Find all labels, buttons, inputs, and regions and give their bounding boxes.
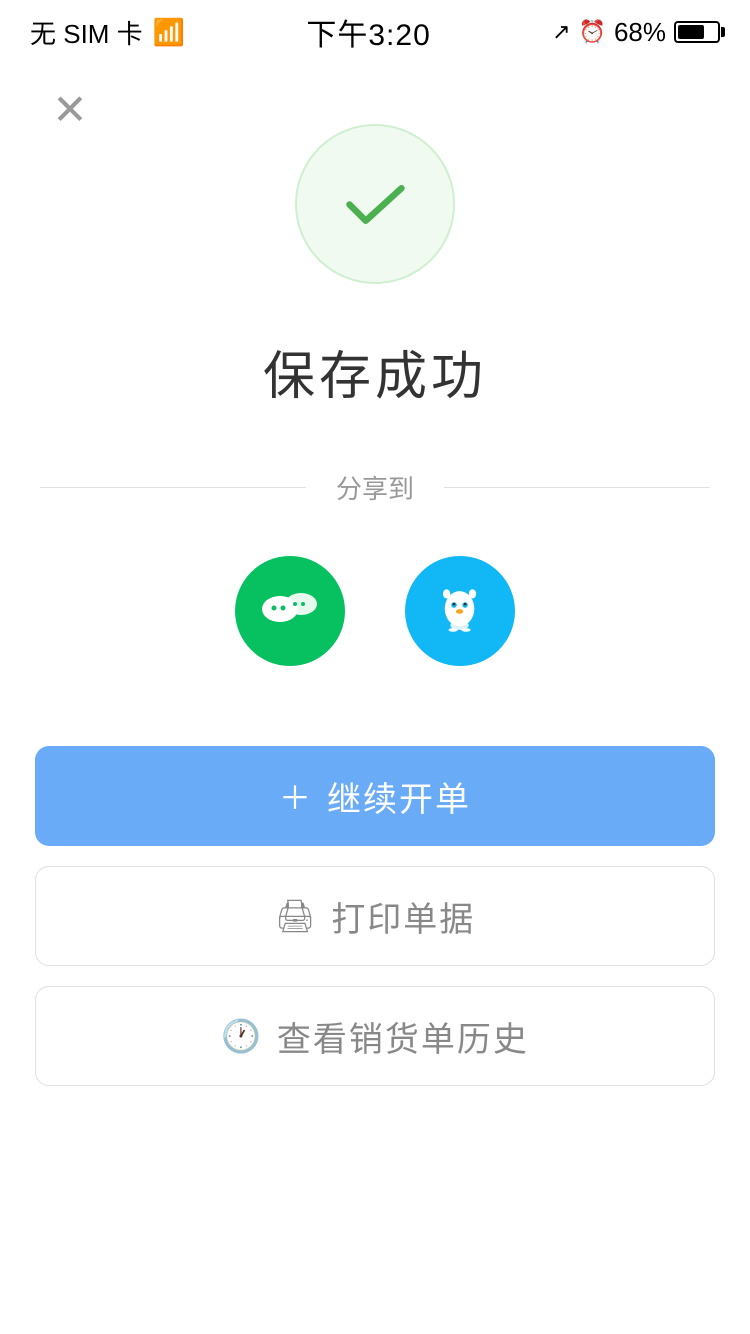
battery-percent: 68%	[614, 17, 666, 48]
history-icon: 🕐	[221, 1017, 263, 1055]
print-label: 打印单据	[331, 892, 475, 941]
history-button[interactable]: 🕐 查看销货单历史	[35, 986, 715, 1086]
checkmark-icon	[343, 172, 408, 237]
action-buttons: ＋ 继续开单 🖨 打印单据 🕐 查看销货单历史	[35, 746, 715, 1086]
history-label: 查看销货单历史	[277, 1012, 529, 1061]
sim-text: 无 SIM 卡	[30, 14, 143, 51]
success-circle	[295, 124, 455, 284]
status-time: 下午3:20	[306, 10, 430, 54]
status-bar: 无 SIM 卡 📶 下午3:20 ↗ ⏰ 68%	[0, 0, 750, 64]
divider-left	[40, 487, 306, 488]
qq-icon	[430, 581, 490, 641]
divider-right	[444, 487, 710, 488]
plus-icon: ＋	[279, 773, 313, 819]
continue-label: 继续开单	[327, 772, 471, 821]
location-icon: ↗	[552, 19, 570, 45]
wifi-icon: 📶	[153, 17, 185, 48]
wechat-icon	[258, 579, 323, 644]
alarm-icon: ⏰	[579, 19, 606, 45]
share-label: 分享到	[306, 469, 444, 506]
share-divider: 分享到	[0, 469, 750, 506]
continue-button[interactable]: ＋ 继续开单	[35, 746, 715, 846]
status-left: 无 SIM 卡 📶	[30, 14, 185, 51]
main-content: 保存成功 分享到	[0, 64, 750, 1086]
status-right: ↗ ⏰ 68%	[552, 17, 720, 48]
wechat-share-button[interactable]	[235, 556, 345, 666]
battery-indicator	[674, 21, 720, 43]
share-icons-container	[235, 556, 515, 666]
print-icon: 🖨	[275, 897, 318, 935]
print-button[interactable]: 🖨 打印单据	[35, 866, 715, 966]
qq-share-button[interactable]	[405, 556, 515, 666]
success-title: 保存成功	[263, 334, 487, 409]
